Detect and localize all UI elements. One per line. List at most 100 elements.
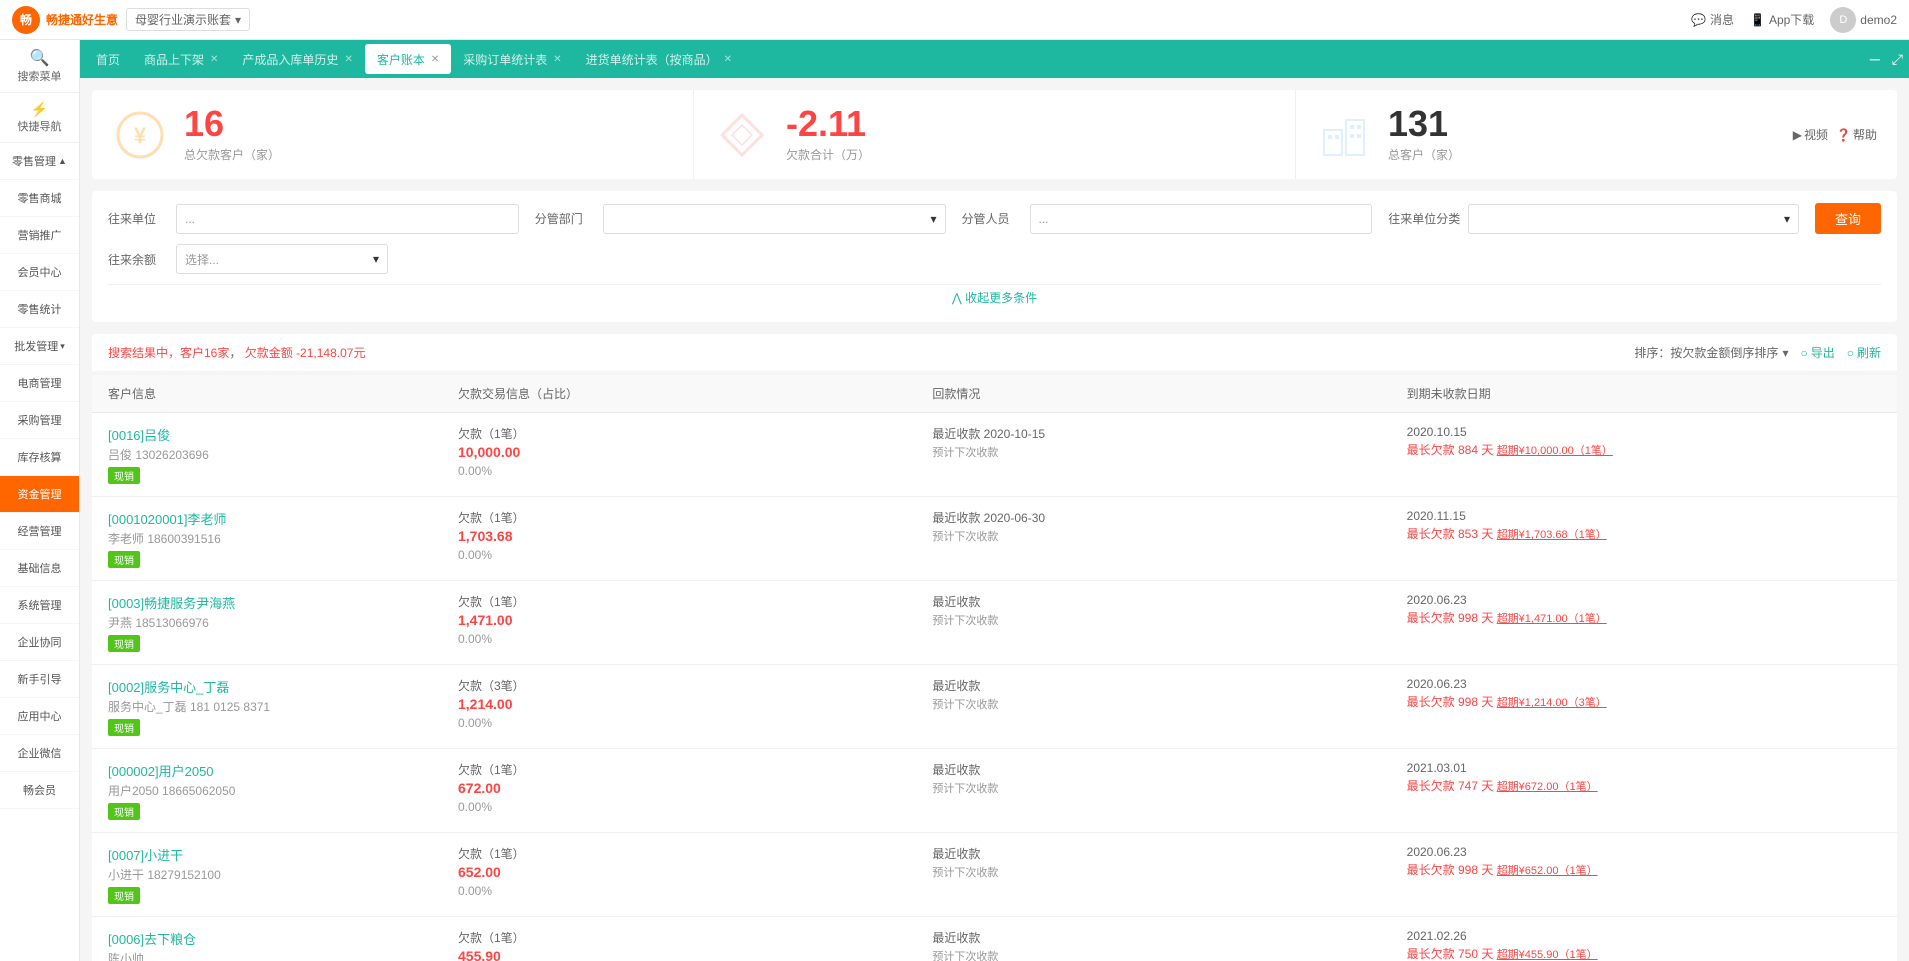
- overdue-info-5: 最长欠款 998 天 超期¥652.00（1笔）: [1407, 861, 1881, 878]
- overdue-info-2: 最长欠款 998 天 超期¥1,471.00（1笔）: [1407, 609, 1881, 626]
- customer-name-2[interactable]: [0003]畅捷服务尹海燕: [108, 596, 235, 611]
- tab-purchase[interactable]: 采购订单统计表 ✕: [451, 44, 573, 74]
- debt-amount-2[interactable]: 1,471.00: [458, 612, 932, 628]
- chevron-down-icon: ▾: [235, 13, 241, 27]
- filter-collapse-button[interactable]: ⋀ 收起更多条件: [108, 284, 1881, 310]
- table-row: [0002]服务中心_丁磊 服务中心_丁磊 181 0125 8371 现销 欠…: [92, 665, 1897, 749]
- customer-cell-6: [0006]去下粮仓 陈小帅 现销: [108, 929, 458, 961]
- sidebar-item-vip[interactable]: 畅会员: [0, 772, 79, 809]
- top-bar-left: 畅 畅捷通好生意 母婴行业演示账套 ▾: [12, 6, 250, 34]
- stat-debt-customers-info: 16 总欠款客户（家）: [184, 106, 673, 163]
- debt-amount-0[interactable]: 10,000.00: [458, 444, 932, 460]
- sidebar-item-ecommerce[interactable]: 电商管理: [0, 365, 79, 402]
- debt-count-0: 欠款（1笔）: [458, 425, 932, 442]
- sidebar-item-mall[interactable]: 零售商城: [0, 180, 79, 217]
- table-row: [0001020001]李老师 李老师 18600391516 现销 欠款（1笔…: [92, 497, 1897, 581]
- debt-amount-label: 欠款合计（万）: [786, 146, 1275, 163]
- tab-bar-actions: ─ ⤢: [1868, 49, 1905, 70]
- message-button[interactable]: 💬 消息: [1691, 11, 1734, 28]
- tab-goods[interactable]: 进货单统计表（按商品） ✕: [574, 44, 744, 74]
- unit-type-select[interactable]: ▾: [1468, 204, 1799, 234]
- tab-maximize-button[interactable]: ⤢: [1890, 49, 1905, 70]
- diamond-icon: [714, 107, 770, 163]
- due-date-5: 2020.06.23: [1407, 845, 1881, 859]
- tab-close-goods[interactable]: ✕: [724, 54, 732, 65]
- sidebar-item-retail[interactable]: 零售管理 ▲: [0, 143, 79, 180]
- from-unit-label: 往来单位: [108, 210, 168, 227]
- chevron-down-icon: ▾: [1782, 346, 1788, 360]
- app-download-button[interactable]: 📱 App下载: [1750, 11, 1814, 28]
- sidebar-item-wholesale[interactable]: 批发管理 ▾: [0, 328, 79, 365]
- person-input[interactable]: ...: [1030, 204, 1373, 234]
- tab-products[interactable]: 商品上下架 ✕: [132, 44, 230, 74]
- tab-instock[interactable]: 产成品入库单历史 ✕: [230, 44, 364, 74]
- overdue-link-3[interactable]: 超期¥1,214.00（3笔）: [1497, 697, 1607, 709]
- sidebar-item-guide[interactable]: 新手引导: [0, 661, 79, 698]
- search-button[interactable]: 查询: [1815, 203, 1881, 234]
- from-unit-input[interactable]: ...: [176, 204, 519, 234]
- debt-count-5: 欠款（1笔）: [458, 845, 932, 862]
- refresh-button[interactable]: ○ 刷新: [1847, 344, 1881, 361]
- logo-text: 畅捷通好生意: [46, 11, 118, 28]
- stat-card-actions: ▶ 视频 ❓ 帮助: [1793, 126, 1877, 143]
- tab-customer[interactable]: 客户账本 ✕: [365, 44, 451, 74]
- video-button[interactable]: ▶ 视频: [1793, 126, 1828, 143]
- sidebar-item-member[interactable]: 会员中心: [0, 254, 79, 291]
- tab-minimize-button[interactable]: ─: [1868, 49, 1882, 69]
- debt-amount-4[interactable]: 672.00: [458, 780, 932, 796]
- customer-name-6[interactable]: [0006]去下粮仓: [108, 932, 196, 947]
- sidebar-item-retail-stat[interactable]: 零售统计: [0, 291, 79, 328]
- col-debt-info: 欠款交易信息（占比）: [458, 385, 932, 402]
- store-selector[interactable]: 母婴行业演示账套 ▾: [126, 8, 250, 31]
- debt-amount-1[interactable]: 1,703.68: [458, 528, 932, 544]
- customer-name-4[interactable]: [000002]用户2050: [108, 764, 214, 779]
- sidebar-item-search[interactable]: 🔍 搜索菜单: [0, 40, 79, 93]
- customer-contact-6: 陈小帅: [108, 950, 458, 961]
- sidebar-item-purchase[interactable]: 采购管理: [0, 402, 79, 439]
- balance-select[interactable]: 选择... ▾: [176, 244, 388, 274]
- customer-name-0[interactable]: [0016]吕俊: [108, 428, 170, 443]
- tab-home[interactable]: 首页: [84, 44, 132, 74]
- overdue-link-2[interactable]: 超期¥1,471.00（1笔）: [1497, 613, 1607, 625]
- sidebar-item-marketing[interactable]: 营销推广: [0, 217, 79, 254]
- sidebar-item-operation[interactable]: 经营管理: [0, 513, 79, 550]
- sidebar-item-quick[interactable]: ⚡ 快捷导航: [0, 93, 79, 143]
- user-menu[interactable]: D demo2: [1830, 7, 1897, 33]
- sidebar-item-enterprise[interactable]: 企业协同: [0, 624, 79, 661]
- sidebar-item-inventory[interactable]: 库存核算: [0, 439, 79, 476]
- overdue-link-4[interactable]: 超期¥672.00（1笔）: [1497, 781, 1598, 793]
- debt-amount-3[interactable]: 1,214.00: [458, 696, 932, 712]
- tab-close-customer[interactable]: ✕: [431, 54, 439, 65]
- debt-cell-5: 欠款（1笔） 652.00 0.00%: [458, 845, 932, 898]
- sidebar-item-apps[interactable]: 应用中心: [0, 698, 79, 735]
- dept-select[interactable]: ▾: [603, 204, 946, 234]
- customer-cell-1: [0001020001]李老师 李老师 18600391516 现销: [108, 509, 458, 568]
- top-bar-right: 💬 消息 📱 App下载 D demo2: [1691, 7, 1897, 33]
- stats-row: ¥ 16 总欠款客户（家）: [92, 90, 1897, 179]
- customer-name-1[interactable]: [0001020001]李老师: [108, 512, 227, 527]
- overdue-link-0[interactable]: 超期¥10,000.00（1笔）: [1497, 445, 1613, 457]
- tab-close-products[interactable]: ✕: [210, 54, 218, 65]
- customer-name-5[interactable]: [0007]小进干: [108, 848, 183, 863]
- sidebar-item-wechat[interactable]: 企业微信: [0, 735, 79, 772]
- tab-close-instock[interactable]: ✕: [344, 54, 352, 65]
- sidebar-item-finance[interactable]: 资金管理: [0, 476, 79, 513]
- debt-cell-2: 欠款（1笔） 1,471.00 0.00%: [458, 593, 932, 646]
- customer-cell-0: [0016]吕俊 吕俊 13026203696 现销: [108, 425, 458, 484]
- sidebar-item-basic[interactable]: 基础信息: [0, 550, 79, 587]
- export-button[interactable]: ○ 导出: [1800, 344, 1834, 361]
- sort-selector[interactable]: 排序：按欠款金额倒序排序 ▾: [1634, 344, 1788, 361]
- filter-person: 分管人员 ...: [962, 204, 1373, 234]
- customer-name-3[interactable]: [0002]服务中心_丁磊: [108, 680, 229, 695]
- help-button[interactable]: ❓ 帮助: [1836, 126, 1877, 143]
- overdue-link-5[interactable]: 超期¥652.00（1笔）: [1497, 865, 1598, 877]
- tab-close-purchase[interactable]: ✕: [553, 54, 561, 65]
- customer-contact-5: 小进干 18279152100: [108, 866, 458, 883]
- sidebar-item-system[interactable]: 系统管理: [0, 587, 79, 624]
- overdue-link-1[interactable]: 超期¥1,703.68（1笔）: [1497, 529, 1607, 541]
- overdue-link-6[interactable]: 超期¥455.90（1笔）: [1497, 949, 1598, 961]
- customer-cell-3: [0002]服务中心_丁磊 服务中心_丁磊 181 0125 8371 现销: [108, 677, 458, 736]
- debt-amount-6[interactable]: 455.90: [458, 948, 932, 961]
- debt-amount-5[interactable]: 652.00: [458, 864, 932, 880]
- due-date-6: 2021.02.26: [1407, 929, 1881, 943]
